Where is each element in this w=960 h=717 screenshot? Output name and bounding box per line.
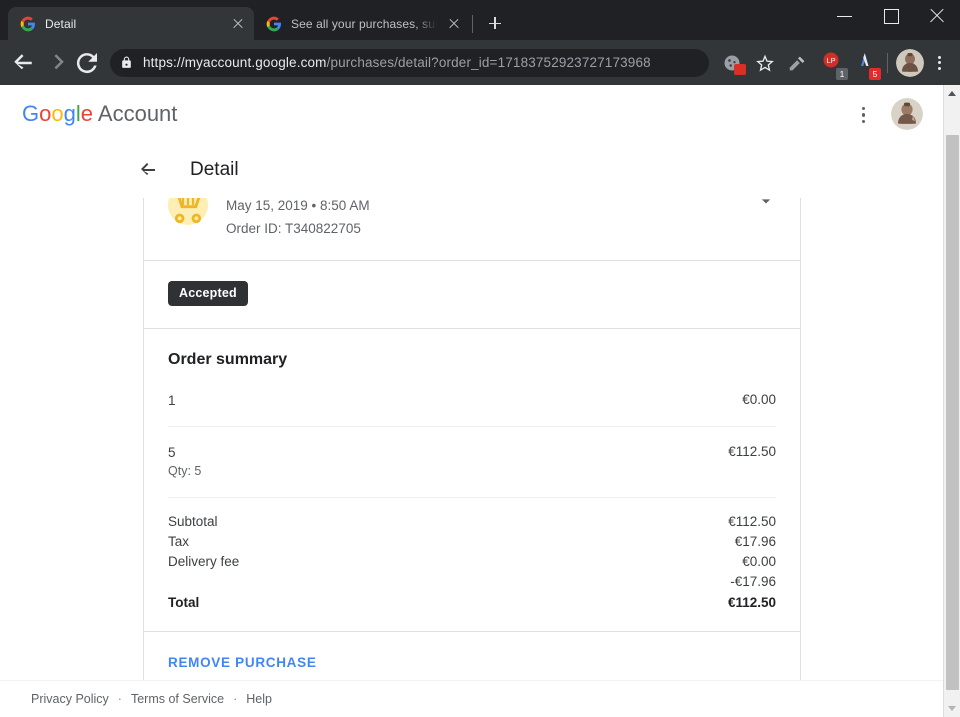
total-row-grand: Total €112.50 — [168, 593, 776, 613]
order-summary-title: Order summary — [168, 351, 288, 368]
total-value: -€17.96 — [730, 574, 776, 589]
chevron-down-icon[interactable] — [756, 198, 776, 211]
footer-separator: · — [233, 692, 238, 706]
line-item: 1 €0.00 — [168, 391, 776, 426]
tab-strip: Detail See all your purchases, subscript — [0, 0, 822, 40]
order-header: Lego BL May 15, 2019 • 8:50 AM Order ID:… — [144, 198, 800, 260]
window-controls — [822, 0, 960, 40]
account-avatar[interactable] — [891, 97, 923, 130]
footer-link-privacy-policy[interactable]: Privacy Policy — [31, 692, 109, 706]
total-label: Delivery fee — [168, 554, 240, 569]
reload-button[interactable] — [72, 48, 102, 78]
vertical-scrollbar[interactable] — [943, 85, 960, 717]
line-item-name: 5 — [168, 445, 176, 460]
tab-title: See all your purchases, subscript — [291, 16, 437, 31]
close-icon[interactable] — [446, 16, 462, 32]
chrome-menu-button[interactable] — [926, 50, 952, 76]
total-value: €112.50 — [728, 514, 776, 529]
browser-toolbar: https://myaccount.google.com/purchases/d… — [0, 40, 960, 85]
google-favicon — [20, 16, 36, 32]
order-meta: Lego BL May 15, 2019 • 8:50 AM Order ID:… — [226, 198, 370, 244]
tab-title: Detail — [45, 16, 77, 31]
address-bar[interactable]: https://myaccount.google.com/purchases/d… — [110, 48, 709, 77]
lastpass-extension-icon[interactable]: LP 1 — [816, 48, 848, 80]
bookmark-star-icon[interactable] — [750, 48, 780, 78]
order-id: Order ID: T340822705 — [226, 221, 361, 236]
page-menu-button[interactable] — [851, 97, 875, 131]
page-footer: Privacy Policy · Terms of Service · Help — [0, 680, 943, 717]
url-path: /purchases/detail?order_id=1718375292372… — [326, 55, 651, 70]
page-viewport: Google Account Detail May 15, 2019 • 8:5… — [0, 85, 960, 717]
line-item: 5 Qty: 5 €112.50 — [168, 426, 776, 497]
total-value: €0.00 — [742, 554, 776, 569]
forward-button[interactable] — [40, 48, 70, 78]
total-row-tax: Tax €17.96 — [168, 532, 776, 552]
tab-purchases[interactable]: See all your purchases, subscript — [254, 7, 470, 40]
total-value: €17.96 — [734, 534, 776, 549]
footer-link-terms-of-service[interactable]: Terms of Service — [131, 692, 224, 706]
total-value: €112.50 — [727, 595, 776, 610]
scrollbar-thumb[interactable] — [946, 135, 959, 690]
footer-separator: · — [117, 692, 122, 706]
tab-detail[interactable]: Detail — [8, 7, 254, 40]
detail-subheader: Detail — [0, 142, 943, 198]
order-summary-section: Order summary 1 €0.00 5 Qty: 5 €112.50 S… — [144, 329, 800, 631]
url-host: myaccount.google.com — [184, 55, 327, 70]
footer-link-help[interactable]: Help — [246, 692, 272, 706]
maximize-button[interactable] — [868, 0, 914, 32]
browser-window: Detail See all your purchases, subscript — [0, 0, 960, 717]
order-datetime: May 15, 2019 • 8:50 AM — [226, 198, 370, 213]
cookie-extension-icon[interactable] — [717, 48, 747, 78]
lock-icon — [120, 56, 133, 69]
google-account-page: Google Account Detail May 15, 2019 • 8:5… — [0, 85, 943, 717]
toolbar-extensions: LP 1 5 — [717, 48, 881, 80]
close-window-button[interactable] — [914, 0, 960, 32]
grammar-extension-icon[interactable]: 5 — [849, 48, 881, 80]
cookie-extension-badge — [734, 63, 746, 75]
google-favicon — [266, 16, 282, 32]
order-status-section: Accepted — [144, 261, 800, 328]
total-label: Total — [168, 595, 200, 610]
url-text: https://myaccount.google.com/purchases/d… — [143, 55, 651, 70]
total-row-subtotal: Subtotal €112.50 — [168, 512, 776, 532]
remove-purchase-button[interactable]: REMOVE PURCHASE — [156, 644, 329, 681]
url-scheme: https:// — [143, 55, 185, 70]
grammar-extension-badge: 5 — [869, 67, 881, 80]
total-row-adjustment: -€17.96 — [168, 572, 776, 592]
toolbar-divider — [887, 52, 888, 73]
line-item-name: 1 — [168, 393, 176, 408]
line-item-qty: Qty: 5 — [168, 464, 202, 478]
order-detail-card: Lego BL May 15, 2019 • 8:50 AM Order ID:… — [143, 198, 801, 696]
page-title: Detail — [190, 159, 239, 180]
svg-text:LP: LP — [826, 56, 835, 65]
browser-titlebar: Detail See all your purchases, subscript — [0, 0, 960, 40]
google-account-header: Google Account — [0, 85, 943, 142]
total-label: Subtotal — [168, 514, 218, 529]
google-account-logo: Google Account — [22, 100, 178, 126]
close-icon[interactable] — [230, 16, 246, 32]
line-item-price: €112.50 — [728, 444, 776, 459]
scroll-up-button[interactable] — [944, 85, 960, 102]
pipette-extension-icon[interactable] — [783, 48, 813, 78]
order-totals: Subtotal €112.50 Tax €17.96 Delivery fee… — [168, 497, 776, 631]
minimize-button[interactable] — [822, 0, 868, 32]
profile-avatar[interactable] — [896, 48, 924, 77]
shopping-cart-icon — [168, 198, 208, 225]
new-tab-button[interactable] — [481, 9, 509, 37]
lastpass-extension-badge: 1 — [836, 67, 848, 80]
back-button[interactable] — [8, 48, 38, 78]
total-row-delivery-fee: Delivery fee €0.00 — [168, 552, 776, 572]
line-item-price: €0.00 — [742, 392, 776, 407]
header-actions — [851, 97, 923, 131]
back-arrow-icon[interactable] — [136, 158, 160, 182]
scroll-down-button[interactable] — [944, 700, 960, 717]
product-name: Account — [93, 100, 178, 126]
tab-divider — [472, 15, 473, 33]
total-label: Tax — [168, 534, 190, 549]
status-badge: Accepted — [168, 281, 248, 306]
